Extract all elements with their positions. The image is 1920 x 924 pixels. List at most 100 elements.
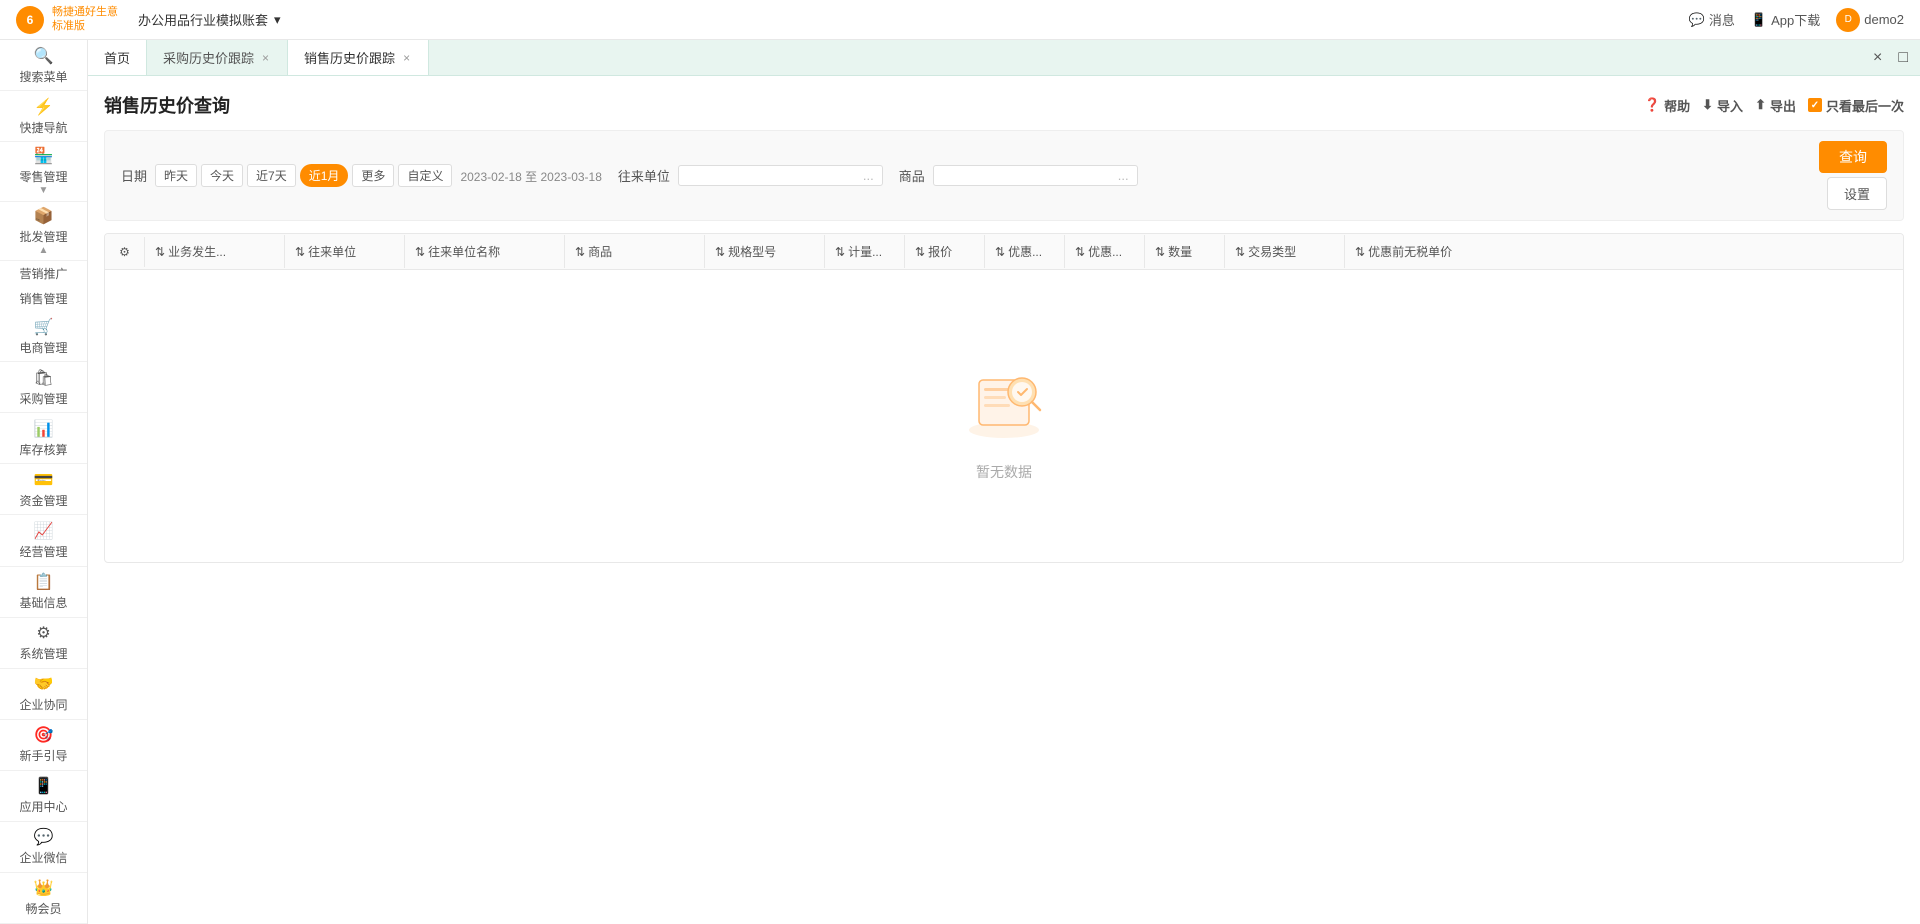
sidebar-item-enterprise[interactable]: 🤝 企业协同: [0, 669, 87, 720]
top-bar-right: 💬 消息 📱 App下载 D demo2: [1689, 8, 1904, 32]
th-pretax-price[interactable]: ⇅ 优惠前无税单价: [1345, 235, 1903, 268]
date-range-text: 2023-02-18 至 2023-03-18: [460, 168, 601, 185]
lightning-icon: ⚡: [34, 97, 54, 117]
guide-icon: 🎯: [34, 725, 54, 745]
settings-icon: ⚙: [119, 245, 130, 259]
tab-close-purchase[interactable]: ×: [260, 49, 271, 67]
page-title: 销售历史价查询: [104, 92, 230, 118]
empty-icon: [954, 350, 1054, 450]
th-business-date[interactable]: ⇅ 业务发生...: [145, 235, 285, 268]
th-qty[interactable]: ⇅ 数量: [1145, 235, 1225, 268]
export-btn[interactable]: ⬆ 导出: [1755, 96, 1796, 115]
sidebar-item-appstore[interactable]: 📱 应用中心: [0, 771, 87, 822]
date-btn-yesterday[interactable]: 昨天: [155, 164, 197, 187]
sidebar-item-retail[interactable]: 🏪 零售管理 ▼: [0, 142, 87, 202]
import-btn[interactable]: ⬇ 导入: [1702, 96, 1743, 115]
only-last-checkbox[interactable]: ✓: [1808, 98, 1822, 112]
chevron-up-icon: ▲: [39, 245, 49, 256]
sidebar-item-purchase[interactable]: 🛍 采购管理: [0, 362, 87, 413]
chevron-down-icon: ▾: [274, 12, 281, 28]
query-button[interactable]: 查询: [1819, 141, 1887, 173]
sidebar-item-finance[interactable]: 💳 资金管理: [0, 464, 87, 515]
sidebar-item-inventory[interactable]: 📊 库存核算: [0, 413, 87, 464]
th-calc-unit[interactable]: ⇅ 计量...: [825, 235, 905, 268]
top-bar: 6 畅捷通好生意 标准版 办公用品行业模拟账套 ▾ 💬 消息 📱 App下载 D…: [0, 0, 1920, 40]
goods-input-wrap[interactable]: ...: [933, 165, 1138, 186]
date-btn-custom[interactable]: 自定义: [398, 164, 452, 187]
avatar: D: [1836, 8, 1860, 32]
sort-icon: ⇅: [1155, 245, 1165, 259]
date-filter-group: 日期 昨天 今天 近7天 近1月 更多 自定义 2023-02-18 至 202…: [121, 164, 602, 187]
tab-sales-history[interactable]: 销售历史价跟踪 ×: [288, 40, 429, 75]
user-menu-btn[interactable]: D demo2: [1836, 8, 1904, 32]
th-discount1[interactable]: ⇅ 优惠...: [985, 235, 1065, 268]
sidebar-sub-sales[interactable]: 销售管理: [0, 286, 87, 311]
tab-home[interactable]: 首页: [88, 40, 147, 75]
goods-label: 商品: [899, 166, 925, 185]
sidebar-item-ecom[interactable]: 🛒 电商管理: [0, 311, 87, 362]
th-unit-code[interactable]: ⇅ 往来单位: [285, 235, 405, 268]
import-icon: ⬇: [1702, 97, 1713, 113]
sort-icon: ⇅: [295, 245, 305, 259]
tab-close-sales[interactable]: ×: [401, 49, 412, 67]
sidebar-sub-marketing[interactable]: 营销推广: [0, 261, 87, 286]
top-bar-left: 6 畅捷通好生意 标准版 办公用品行业模拟账套 ▾: [16, 6, 281, 34]
member-icon: 👑: [34, 878, 54, 898]
th-discount2[interactable]: ⇅ 优惠...: [1065, 235, 1145, 268]
unit-input-wrap[interactable]: ...: [678, 165, 883, 186]
unit-picker-icon[interactable]: ...: [863, 168, 874, 183]
goods-input[interactable]: [942, 168, 1118, 183]
date-btn-more[interactable]: 更多: [352, 164, 394, 187]
only-last-checkbox-wrap[interactable]: ✓ 只看最后一次: [1808, 96, 1904, 115]
finance-icon: 💳: [34, 470, 54, 490]
help-btn[interactable]: ❓ 帮助: [1644, 96, 1690, 115]
date-label: 日期: [121, 166, 147, 185]
date-btn-today[interactable]: 今天: [201, 164, 243, 187]
message-btn[interactable]: 💬 消息: [1689, 10, 1735, 29]
page-title-actions: ❓ 帮助 ⬇ 导入 ⬆ 导出 ✓ 只看最后一次: [1644, 96, 1904, 115]
unit-label: 往来单位: [618, 166, 670, 185]
sidebar-item-member[interactable]: 👑 畅会员: [0, 873, 87, 924]
sidebar-item-wechat[interactable]: 💬 企业微信: [0, 822, 87, 873]
goods-filter-group: 商品 ...: [899, 165, 1138, 186]
empty-text: 暂无数据: [976, 462, 1032, 482]
sort-icon: ⇅: [575, 245, 585, 259]
help-icon: ❓: [1644, 97, 1660, 113]
sidebar-item-newbie[interactable]: 🎯 新手引导: [0, 720, 87, 771]
th-spec[interactable]: ⇅ 规格型号: [705, 235, 825, 268]
unit-input[interactable]: [687, 168, 863, 183]
window-close-btn[interactable]: ×: [1869, 47, 1886, 69]
tab-bar: 首页 采购历史价跟踪 × 销售历史价跟踪 × × □: [88, 40, 1920, 76]
data-table: ⚙ ⇅ 业务发生... ⇅ 往来单位 ⇅ 往来单位名称: [104, 233, 1904, 563]
sidebar-item-operations[interactable]: 📈 经营管理: [0, 515, 87, 566]
sort-icon: ⇅: [995, 245, 1005, 259]
sidebar-item-system[interactable]: ⚙ 系统管理: [0, 618, 87, 669]
th-goods[interactable]: ⇅ 商品: [565, 235, 705, 268]
app-download-btn[interactable]: 📱 App下载: [1751, 10, 1820, 29]
tab-bar-right: × □: [1861, 40, 1920, 75]
enterprise-icon: 🤝: [34, 674, 54, 694]
purchase-icon: 🛍: [33, 368, 53, 388]
sidebar-item-search[interactable]: 🔍 搜索菜单: [0, 40, 87, 91]
company-selector[interactable]: 办公用品行业模拟账套 ▾: [138, 10, 281, 29]
unit-filter-group: 往来单位 ...: [618, 165, 883, 186]
th-unit-name[interactable]: ⇅ 往来单位名称: [405, 235, 565, 268]
page-content: 销售历史价查询 ❓ 帮助 ⬇ 导入 ⬆ 导出 ✓: [88, 76, 1920, 924]
th-trade-type[interactable]: ⇅ 交易类型: [1225, 235, 1345, 268]
date-btn-7days[interactable]: 近7天: [247, 164, 296, 187]
tab-purchase-history[interactable]: 采购历史价跟踪 ×: [147, 40, 288, 75]
system-icon: ⚙: [36, 623, 50, 643]
date-btn-1month[interactable]: 近1月: [300, 164, 349, 187]
wholesale-icon: 📦: [34, 206, 54, 226]
sort-icon: ⇅: [1355, 245, 1365, 259]
th-price[interactable]: ⇅ 报价: [905, 235, 985, 268]
sidebar-item-wholesale[interactable]: 📦 批发管理 ▲: [0, 202, 87, 262]
wechat-icon: 💬: [34, 827, 54, 847]
goods-picker-icon[interactable]: ...: [1118, 168, 1129, 183]
th-settings[interactable]: ⚙: [105, 237, 145, 267]
sidebar-item-basic[interactable]: 📋 基础信息: [0, 567, 87, 618]
window-maximize-btn[interactable]: □: [1894, 47, 1912, 69]
sidebar-item-shortcut[interactable]: ⚡ 快捷导航: [0, 91, 87, 142]
settings-button[interactable]: 设置: [1827, 177, 1887, 210]
retail-icon: 🏪: [34, 146, 54, 166]
